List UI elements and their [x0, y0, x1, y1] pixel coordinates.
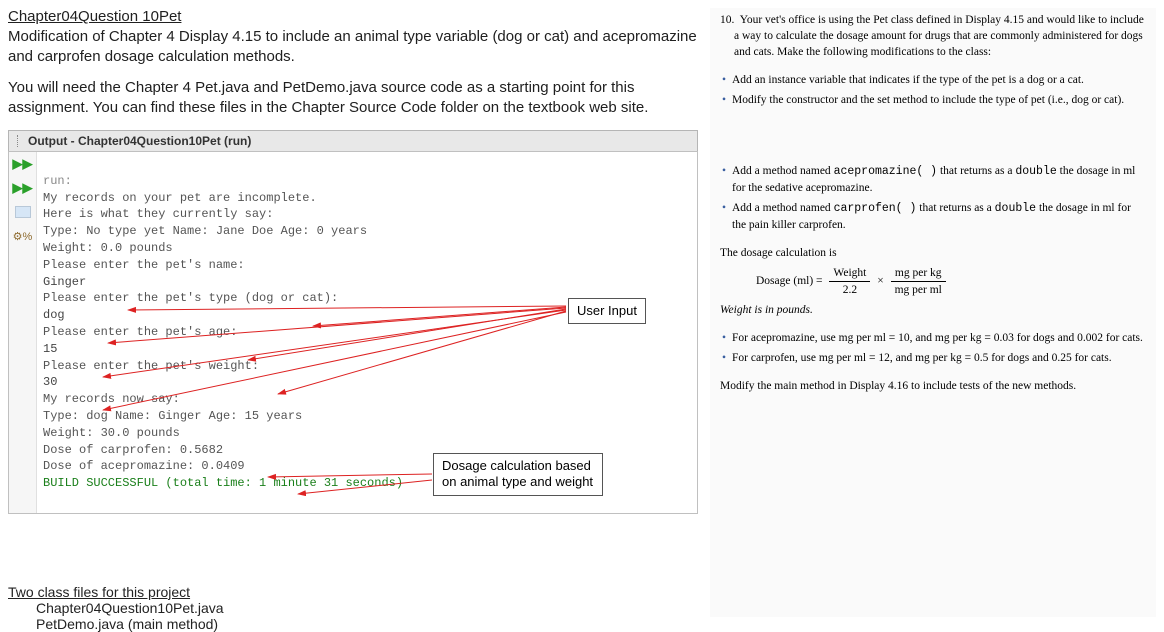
problem-statement: 10. Your vet's office is using the Pet c… [710, 8, 1156, 617]
bullet-3: Add a method named acepromazine( ) that … [732, 163, 1146, 196]
console-line: Weight: 30.0 pounds [43, 426, 180, 440]
console-line: 30 [43, 375, 57, 389]
callout-user-input: User Input [568, 298, 646, 324]
bullet-2: Modify the constructor and the set metho… [732, 92, 1146, 108]
calc-label: The dosage calculation is [720, 245, 1146, 261]
run-icon[interactable]: ▶▶ [14, 156, 32, 172]
console-line: Please enter the pet's age: [43, 325, 237, 339]
dosage-formula: Dosage (ml) = Weight 2.2 × mg per kg mg … [720, 265, 1146, 298]
console-line: Dose of carprofen: 0.5682 [43, 443, 223, 457]
console-line: dog [43, 308, 65, 322]
console-line: Please enter the pet's name: [43, 258, 245, 272]
bullet-4: Add a method named carprofen( ) that ret… [732, 200, 1146, 233]
console-line: 15 [43, 342, 57, 356]
settings-icon[interactable]: ⚙% [14, 228, 32, 244]
modify-main: Modify the main method in Display 4.16 t… [720, 378, 1146, 394]
console-line: Dose of acepromazine: 0.0409 [43, 459, 245, 473]
file-1: Chapter04Question10Pet.java [36, 600, 698, 616]
console-line: My records on your pet are incomplete. [43, 191, 317, 205]
page-title: Chapter04Question 10Pet [8, 8, 698, 25]
problem-intro: 10. Your vet's office is using the Pet c… [720, 12, 1146, 60]
run-icon-2[interactable]: ▶▶ [14, 180, 32, 196]
output-panel-title: Output - Chapter04Question10Pet (run) [8, 130, 698, 151]
console-line: run: [43, 174, 72, 188]
console-line: Type: dog Name: Ginger Age: 15 years [43, 409, 302, 423]
file-2: PetDemo.java (main method) [36, 616, 698, 632]
files-heading: Two class files for this project [8, 584, 698, 600]
console-line: Type: No type yet Name: Jane Doe Age: 0 … [43, 224, 367, 238]
console-line: Ginger [43, 275, 86, 289]
console-line: Please enter the pet's weight: [43, 359, 259, 373]
console-line: Please enter the pet's type (dog or cat)… [43, 291, 338, 305]
console-gutter: ▶▶ ▶▶ ⚙% [9, 152, 37, 513]
stop-icon[interactable] [14, 204, 32, 220]
callout-dosage: Dosage calculation based on animal type … [433, 453, 603, 496]
console-line: My records now say: [43, 392, 180, 406]
bullet-6: For carprofen, use mg per ml = 12, and m… [732, 350, 1146, 366]
bullet-1: Add an instance variable that indicates … [732, 72, 1146, 88]
prerequisites: You will need the Chapter 4 Pet.java and… [8, 78, 698, 119]
description: Modification of Chapter 4 Display 4.15 t… [8, 27, 698, 68]
console-line: Here is what they currently say: [43, 207, 273, 221]
console-line: BUILD SUCCESSFUL (total time: 1 minute 3… [43, 476, 403, 490]
bullet-5: For acepromazine, use mg per ml = 10, an… [732, 330, 1146, 346]
output-title-text: Output - Chapter04Question10Pet (run) [28, 134, 251, 148]
console-line: Weight: 0.0 pounds [43, 241, 173, 255]
weight-note: Weight is in pounds. [720, 302, 1146, 318]
left-column: Chapter04Question 10Pet Modification of … [8, 8, 698, 617]
